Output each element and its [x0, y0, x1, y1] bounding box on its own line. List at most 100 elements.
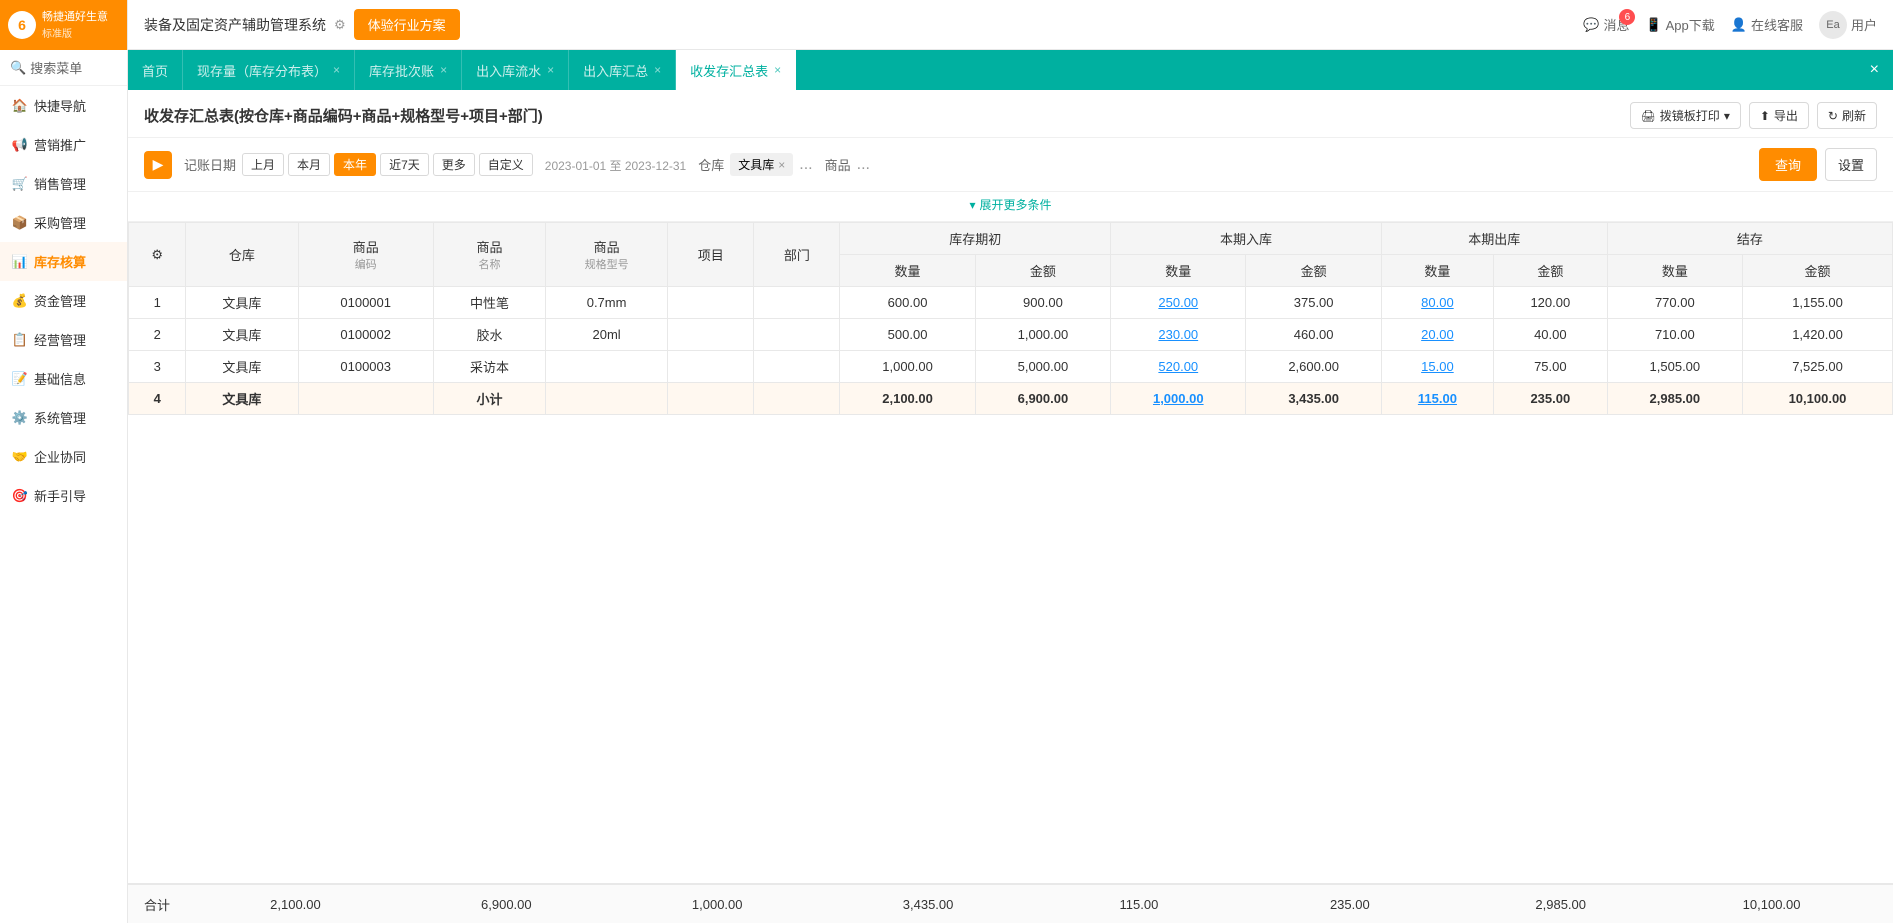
warehouse-tag-remove[interactable]: × — [778, 158, 785, 172]
col-name-header: 商品名称 — [433, 223, 545, 287]
row-no: 3 — [129, 351, 186, 383]
row-no: 2 — [129, 319, 186, 351]
row-in-amt: 375.00 — [1246, 287, 1381, 319]
sidebar-item-system[interactable]: ⚙️ 系统管理 — [0, 398, 127, 437]
tab-inout-summary[interactable]: 出入库汇总 × — [569, 50, 676, 90]
col-bal-header: 结存 — [1607, 223, 1892, 255]
app-download-item[interactable]: 📱 App下载 — [1645, 15, 1714, 34]
row-warehouse: 文具库 — [186, 383, 298, 415]
warehouse-more-dots[interactable]: ... — [799, 156, 812, 174]
sidebar-item-purchase[interactable]: 📦 采购管理 — [0, 203, 127, 242]
experience-button[interactable]: 体验行业方案 — [354, 9, 460, 40]
row-out-qty[interactable]: 15.00 — [1381, 351, 1493, 383]
row-in-qty[interactable]: 520.00 — [1111, 351, 1246, 383]
filter-settings-button[interactable]: 设置 — [1825, 148, 1877, 181]
sidebar-item-label: 快捷导航 — [34, 96, 86, 115]
refresh-icon: ↻ — [1828, 109, 1838, 123]
date-btn-last-month[interactable]: 上月 — [242, 153, 284, 176]
date-btn-this-month[interactable]: 本月 — [288, 153, 330, 176]
row-in-qty[interactable]: 250.00 — [1111, 287, 1246, 319]
export-button[interactable]: ⬆ 导出 — [1749, 102, 1809, 129]
row-open-amt: 6,900.00 — [975, 383, 1110, 415]
tab-recv-send-summary[interactable]: 收发存汇总表 × — [676, 50, 796, 90]
search-menu[interactable]: 🔍 搜索菜单 — [0, 50, 127, 86]
search-icon: 🔍 — [10, 60, 26, 76]
top-header: 装备及固定资产辅助管理系统 ⚙ 体验行业方案 💬 消息 6 📱 App下载 👤 … — [128, 0, 1893, 50]
sidebar-item-marketing[interactable]: 📢 营销推广 — [0, 125, 127, 164]
sidebar-item-sales[interactable]: 🛒 销售管理 — [0, 164, 127, 203]
date-btn-custom[interactable]: 自定义 — [479, 153, 533, 176]
print-button[interactable]: 🖨 拨镜板打印 ▾ — [1630, 102, 1741, 129]
expand-more-button[interactable]: ▾ 展开更多条件 — [969, 196, 1051, 213]
tab-home[interactable]: 首页 — [128, 50, 183, 90]
col-open-qty-header: 数量 — [840, 255, 975, 287]
col-warehouse-header: 仓库 — [186, 223, 298, 287]
basic-icon: 📝 — [12, 371, 28, 387]
row-out-qty[interactable]: 80.00 — [1381, 287, 1493, 319]
message-item[interactable]: 💬 消息 6 — [1583, 15, 1629, 34]
row-name: 中性笔 — [433, 287, 545, 319]
user-item[interactable]: Ea 用户 — [1819, 11, 1877, 39]
phone-icon: 📱 — [1645, 17, 1661, 33]
row-dept — [754, 351, 840, 383]
sidebar-item-inventory[interactable]: 📊 库存核算 — [0, 242, 127, 281]
sidebar-item-guide[interactable]: 🎯 新手引导 — [0, 476, 127, 515]
col-settings-header[interactable]: ⚙ — [129, 223, 186, 287]
row-name: 小计 — [433, 383, 545, 415]
tab-home-label: 首页 — [142, 61, 168, 80]
row-bal-amt: 1,155.00 — [1743, 287, 1893, 319]
row-open-amt: 1,000.00 — [975, 319, 1110, 351]
row-name: 采访本 — [433, 351, 545, 383]
system-title: 装备及固定资产辅助管理系统 — [144, 15, 326, 35]
sidebar-item-collab[interactable]: 🤝 企业协同 — [0, 437, 127, 476]
sidebar-item-operations[interactable]: 📋 经营管理 — [0, 320, 127, 359]
query-button[interactable]: 查询 — [1759, 148, 1817, 181]
footer-out-qty: 115.00 — [1034, 897, 1245, 912]
date-btn-more[interactable]: 更多 — [433, 153, 475, 176]
collab-icon: 🤝 — [12, 449, 28, 465]
filter-bar: ▶ 记账日期 上月 本月 本年 近7天 更多 自定义 2023-01-01 至 … — [128, 138, 1893, 192]
service-icon: 👤 — [1731, 17, 1747, 33]
footer-open-amt: 6,900.00 — [401, 897, 612, 912]
table-subtotal-row: 4 文具库 小计 2,100.00 6,900.00 1,000.00 3,43… — [129, 383, 1893, 415]
tab-batch-account-close[interactable]: × — [440, 63, 447, 77]
sidebar-item-finance[interactable]: 💰 资金管理 — [0, 281, 127, 320]
tabs-close-all[interactable]: × — [1856, 61, 1893, 79]
date-btn-7days[interactable]: 近7天 — [380, 153, 429, 176]
row-out-qty[interactable]: 115.00 — [1381, 383, 1493, 415]
logo-icon: 6 — [8, 11, 36, 39]
sidebar: 6 畅捷通好生意 标准版 🔍 搜索菜单 🏠 快捷导航 📢 营销推广 🛒 销售管理… — [0, 0, 128, 923]
page-actions: 🖨 拨镜板打印 ▾ ⬆ 导出 ↻ 刷新 — [1630, 102, 1877, 129]
row-in-qty[interactable]: 230.00 — [1111, 319, 1246, 351]
sidebar-item-basic[interactable]: 📝 基础信息 — [0, 359, 127, 398]
tab-stock-dist[interactable]: 现存量（库存分布表） × — [183, 50, 355, 90]
expand-more-label: 展开更多条件 — [980, 196, 1052, 213]
tab-batch-account[interactable]: 库存批次账 × — [355, 50, 462, 90]
sidebar-item-quick-nav[interactable]: 🏠 快捷导航 — [0, 86, 127, 125]
date-btn-this-year[interactable]: 本年 — [334, 153, 376, 176]
tab-inout-summary-close[interactable]: × — [654, 63, 661, 77]
row-in-qty[interactable]: 1,000.00 — [1111, 383, 1246, 415]
sidebar-item-label: 资金管理 — [34, 291, 86, 310]
message-badge: 6 — [1619, 9, 1635, 25]
refresh-button[interactable]: ↻ 刷新 — [1817, 102, 1877, 129]
print-label: 拨镜板打印 — [1660, 107, 1720, 124]
page-title: 收发存汇总表(按仓库+商品编码+商品+规格型号+项目+部门) — [144, 105, 543, 126]
row-open-qty: 1,000.00 — [840, 351, 975, 383]
tab-stock-dist-close[interactable]: × — [333, 63, 340, 77]
row-no: 1 — [129, 287, 186, 319]
settings-gear-icon[interactable]: ⚙ — [334, 17, 346, 33]
tab-inout-flow[interactable]: 出入库流水 × — [462, 50, 569, 90]
online-service-label: 在线客服 — [1751, 15, 1803, 34]
goods-more-dots[interactable]: ... — [857, 156, 870, 174]
row-out-qty[interactable]: 20.00 — [1381, 319, 1493, 351]
row-in-amt: 460.00 — [1246, 319, 1381, 351]
logo-text: 畅捷通好生意 标准版 — [42, 10, 108, 39]
row-warehouse: 文具库 — [186, 351, 298, 383]
tab-inout-flow-close[interactable]: × — [547, 63, 554, 77]
online-service-item[interactable]: 👤 在线客服 — [1731, 15, 1803, 34]
filter-expand-button[interactable]: ▶ — [144, 151, 172, 179]
tab-recv-send-close[interactable]: × — [774, 63, 781, 77]
row-code: 0100001 — [298, 287, 433, 319]
row-out-amt: 235.00 — [1494, 383, 1608, 415]
